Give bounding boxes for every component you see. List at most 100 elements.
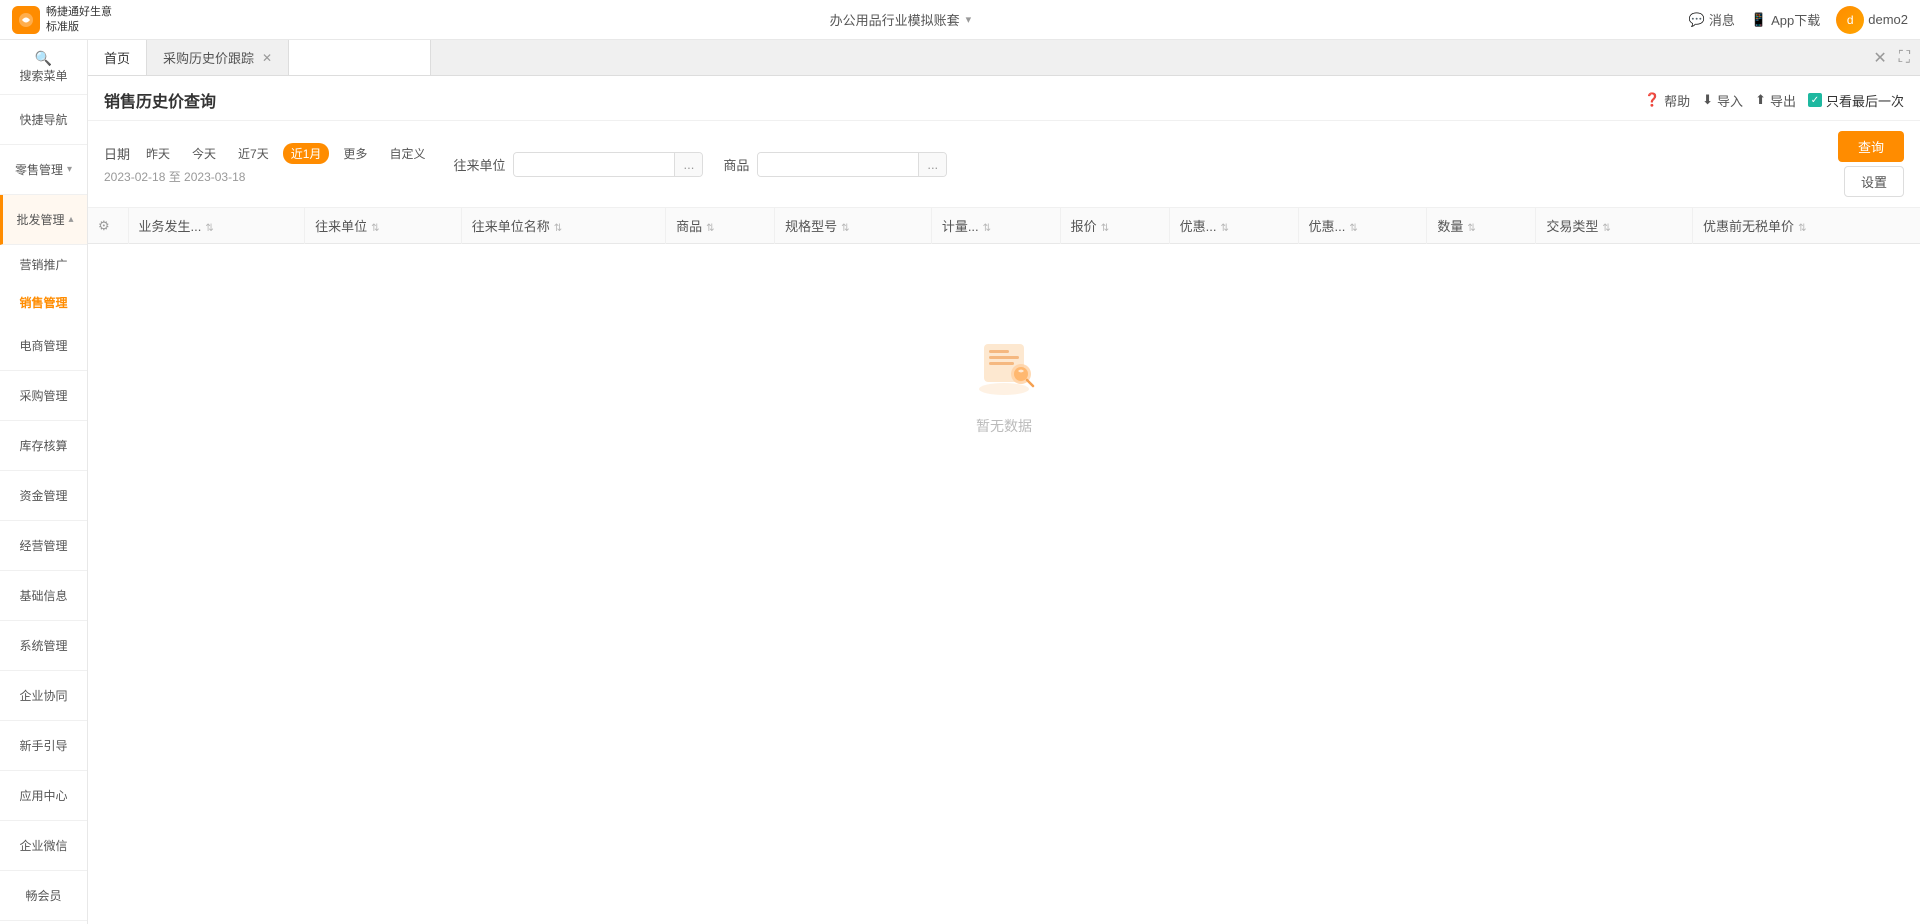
sidebar: 🔍 搜索菜单 快捷导航 零售管理 ▾ 批发管理 ▴ 营销推广 销售管理 电商管理… xyxy=(0,40,88,924)
help-btn[interactable]: ❓ 帮助 xyxy=(1644,91,1690,110)
date-filter: 日期 昨天 今天 近7天 近1月 更多 自定义 xyxy=(104,143,433,164)
logo-text: 畅捷通好生意 标准版 xyxy=(46,5,112,34)
app-download-icon: 📱 xyxy=(1751,12,1767,28)
sidebar-item-wholesale[interactable]: 批发管理 ▴ xyxy=(0,195,87,245)
export-btn[interactable]: ⬆ 导出 xyxy=(1755,91,1796,110)
tab-home[interactable]: 首页 xyxy=(88,40,147,76)
logo-icon xyxy=(12,6,40,34)
top-bar-left: 畅捷通好生意 标准版 xyxy=(12,5,112,34)
col-counterpart-id[interactable]: 往来单位⇅ xyxy=(305,208,462,244)
tab-bar: 首页 采购历史价跟踪 ✕ 销售历史价跟踪 ✕ ✕ ⛶ xyxy=(88,40,1920,76)
col-biz-date[interactable]: 业务发生...⇅ xyxy=(128,208,305,244)
sort-icon-spec: ⇅ xyxy=(841,223,849,234)
date-filter-col: 日期 昨天 今天 近7天 近1月 更多 自定义 2023-02-18 至 202… xyxy=(104,143,433,185)
date-label: 日期 xyxy=(104,144,130,163)
col-discount1[interactable]: 优惠...⇅ xyxy=(1169,208,1298,244)
nav-app-download[interactable]: 📱 App下载 xyxy=(1751,10,1820,29)
sidebar-item-finance[interactable]: 资金管理 xyxy=(0,471,87,521)
sidebar-item-corpwechat[interactable]: 企业微信 xyxy=(0,821,87,871)
tab-sales-history[interactable]: 销售历史价跟踪 ✕ xyxy=(289,40,431,76)
sidebar-sub-item-sales[interactable]: 销售管理 xyxy=(0,283,87,321)
logo-area[interactable]: 畅捷通好生意 标准版 xyxy=(12,5,112,34)
sidebar-item-member[interactable]: 畅会员 xyxy=(0,871,87,921)
goods-input[interactable] xyxy=(758,153,918,176)
sidebar-item-operations[interactable]: 经营管理 xyxy=(0,521,87,571)
col-counterpart-name[interactable]: 往来单位名称⇅ xyxy=(461,208,665,244)
sidebar-item-quicknav[interactable]: 快捷导航 xyxy=(0,95,87,145)
col-pretax-price[interactable]: 优惠前无税单价⇅ xyxy=(1693,208,1920,244)
sidebar-item-enterprise[interactable]: 企业协同 xyxy=(0,671,87,721)
nav-message[interactable]: 💬 消息 xyxy=(1689,10,1735,29)
sort-icon-trade-type: ⇅ xyxy=(1602,223,1610,234)
tab-expand-btn[interactable]: ⛶ xyxy=(1897,47,1912,69)
tab-purchase-history[interactable]: 采购历史价跟踪 ✕ xyxy=(147,40,289,76)
sidebar-item-ecommerce[interactable]: 电商管理 xyxy=(0,321,87,371)
sort-icon-quantity: ⇅ xyxy=(1467,223,1475,234)
col-goods[interactable]: 商品⇅ xyxy=(666,208,775,244)
sort-icon-unit: ⇅ xyxy=(983,223,991,234)
counterpart-dots-btn[interactable]: ... xyxy=(674,153,702,176)
only-last-checkbox-label[interactable]: ✓ 只看最后一次 xyxy=(1808,91,1904,110)
nav-user[interactable]: d demo2 xyxy=(1836,6,1908,34)
main-layout: 🔍 搜索菜单 快捷导航 零售管理 ▾ 批发管理 ▴ 营销推广 销售管理 电商管理… xyxy=(0,40,1920,924)
import-btn[interactable]: ⬇ 导入 xyxy=(1702,91,1743,110)
import-icon: ⬇ xyxy=(1702,92,1713,108)
col-spec[interactable]: 规格型号⇅ xyxy=(775,208,932,244)
only-last-checkbox[interactable]: ✓ xyxy=(1808,93,1822,107)
date-btn-custom[interactable]: 自定义 xyxy=(381,143,433,164)
goods-input-wrapper: ... xyxy=(757,152,947,177)
tab-close-sales[interactable]: ✕ xyxy=(404,51,414,65)
page-header-actions: ❓ 帮助 ⬇ 导入 ⬆ 导出 ✓ 只看最后一次 xyxy=(1644,91,1904,110)
sidebar-item-newbie[interactable]: 新手引导 xyxy=(0,721,87,771)
sidebar-item-basicinfo[interactable]: 基础信息 xyxy=(0,571,87,621)
date-btn-1month[interactable]: 近1月 xyxy=(283,143,330,164)
sort-icon-discount1: ⇅ xyxy=(1221,223,1229,234)
date-btn-more[interactable]: 更多 xyxy=(335,143,375,164)
sort-icon-pretax-price: ⇅ xyxy=(1798,223,1806,234)
sort-icon-biz-date: ⇅ xyxy=(205,223,213,234)
sidebar-item-appcenter[interactable]: 应用中心 xyxy=(0,771,87,821)
date-btn-yesterday[interactable]: 昨天 xyxy=(138,143,178,164)
dropdown-arrow-icon[interactable]: ▾ xyxy=(966,13,972,26)
col-unit[interactable]: 计量...⇅ xyxy=(931,208,1060,244)
col-price[interactable]: 报价⇅ xyxy=(1060,208,1169,244)
counterpart-input[interactable] xyxy=(514,153,674,176)
dropdown-title-text: 办公用品行业模拟账套 xyxy=(830,10,960,29)
sidebar-item-retail[interactable]: 零售管理 ▾ xyxy=(0,145,87,195)
search-icon: 🔍 xyxy=(35,50,52,67)
tab-close-all-btn[interactable]: ✕ xyxy=(1871,46,1888,70)
search-bar: 日期 昨天 今天 近7天 近1月 更多 自定义 2023-02-18 至 202… xyxy=(88,121,1920,208)
sort-icon-goods: ⇅ xyxy=(706,223,714,234)
col-quantity[interactable]: 数量⇅ xyxy=(1427,208,1536,244)
tab-close-purchase[interactable]: ✕ xyxy=(262,51,272,65)
sidebar-sub-item-marketing[interactable]: 营销推广 xyxy=(0,245,87,283)
user-avatar: d xyxy=(1836,6,1864,34)
search-settings-button[interactable]: 设置 xyxy=(1844,166,1904,197)
sort-icon-counterpart-id: ⇅ xyxy=(371,223,379,234)
col-trade-type[interactable]: 交易类型⇅ xyxy=(1536,208,1693,244)
counterpart-input-wrapper: ... xyxy=(513,152,703,177)
date-btn-7days[interactable]: 近7天 xyxy=(230,143,277,164)
sidebar-item-purchase[interactable]: 采购管理 xyxy=(0,371,87,421)
chevron-up-icon: ▴ xyxy=(68,214,73,225)
page-content: 销售历史价查询 ❓ 帮助 ⬇ 导入 ⬆ 导出 ✓ xyxy=(88,76,1920,924)
tab-bar-actions: ✕ ⛶ xyxy=(1871,46,1920,70)
date-btn-today[interactable]: 今天 xyxy=(184,143,224,164)
column-settings-icon[interactable]: ⚙ xyxy=(98,218,110,233)
goods-field: 商品 ... xyxy=(723,152,947,177)
page-title: 销售历史价查询 xyxy=(104,88,216,112)
content-area: 首页 采购历史价跟踪 ✕ 销售历史价跟踪 ✕ ✕ ⛶ 销售历史价查询 xyxy=(88,40,1920,924)
col-discount2[interactable]: 优惠...⇅ xyxy=(1298,208,1427,244)
empty-state: 暂无数据 xyxy=(88,244,1920,516)
help-icon: ❓ xyxy=(1644,92,1660,108)
message-icon: 💬 xyxy=(1689,12,1705,28)
goods-dots-btn[interactable]: ... xyxy=(918,153,946,176)
sidebar-item-system[interactable]: 系统管理 xyxy=(0,621,87,671)
sidebar-item-inventory[interactable]: 库存核算 xyxy=(0,421,87,471)
search-button[interactable]: 查询 xyxy=(1838,131,1904,162)
goods-label: 商品 xyxy=(723,155,749,174)
data-table: ⚙ 业务发生...⇅ 往来单位⇅ 往来单位名称⇅ xyxy=(88,208,1920,244)
sidebar-item-search[interactable]: 🔍 搜索菜单 xyxy=(0,40,87,95)
top-bar-center[interactable]: 办公用品行业模拟账套 ▾ xyxy=(830,10,972,29)
col-settings[interactable]: ⚙ xyxy=(88,208,128,244)
